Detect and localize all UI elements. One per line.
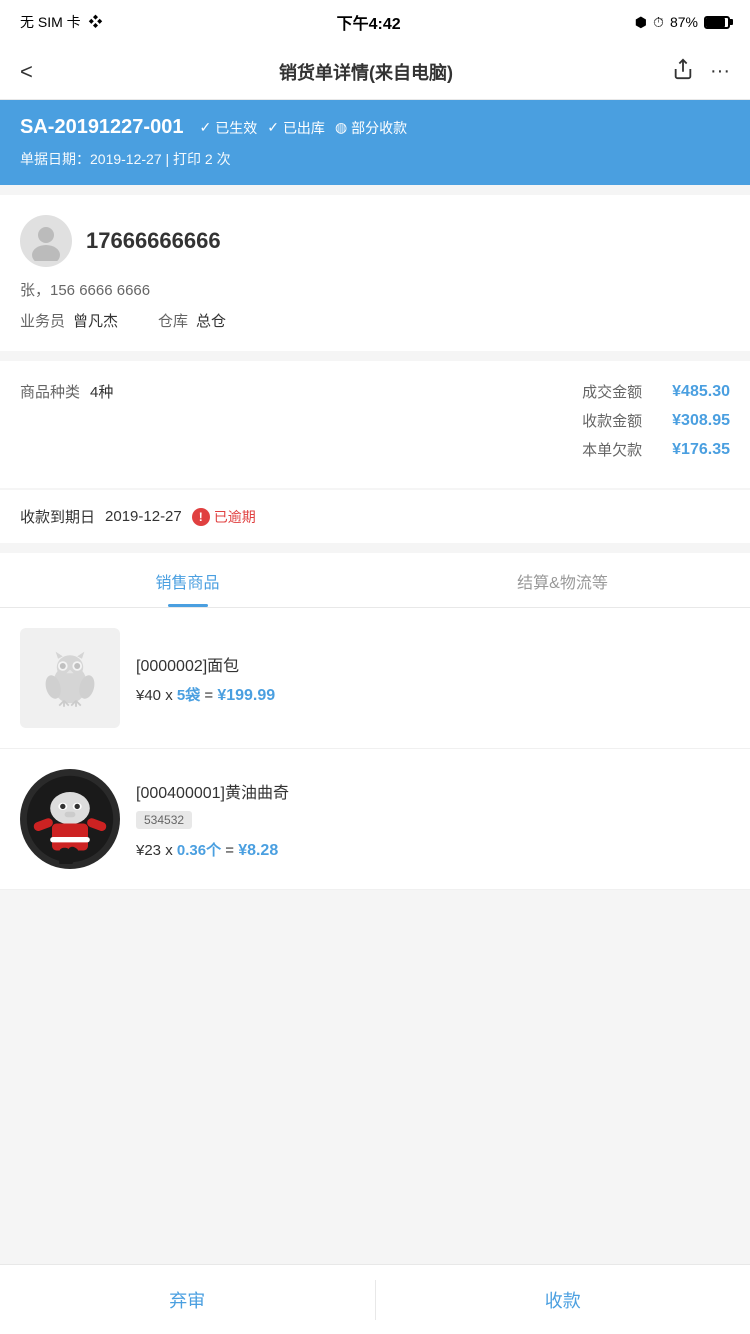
collection-label: 收款金额 (582, 410, 642, 431)
overdue-text: 已逾期 (214, 507, 256, 527)
status-activated-label: 已生效 (215, 118, 257, 138)
warehouse-value: 总仓 (196, 310, 226, 331)
tab-settlement[interactable]: 结算&物流等 (375, 553, 750, 607)
due-date-label: 收款到期日 (20, 506, 95, 527)
status-time: 下午4:42 (337, 10, 401, 34)
transaction-row: 成交金额 ¥485.30 (582, 381, 730, 402)
overdue-badge: ! 已逾期 (192, 507, 256, 527)
product-kinds-value: 4种 (90, 381, 113, 402)
confirm-button[interactable]: 收款 (376, 1265, 750, 1334)
status-tags: ✓ 已生效 ✓ 已出库 ◍ 部分收款 (199, 118, 407, 138)
status-battery: ⬢ ⏱ 87% (635, 14, 730, 31)
quantity-2: 0.36个 (177, 842, 221, 859)
battery-percent: 87% (670, 14, 698, 30)
status-partial-label: 部分收款 (351, 118, 407, 138)
total-1: ¥199.99 (217, 687, 275, 704)
tabs-header: 销售商品 结算&物流等 (0, 553, 750, 608)
nav-actions: ··· (672, 58, 730, 86)
status-shipped-label: 已出库 (283, 118, 325, 138)
check-icon-2: ✓ (267, 119, 279, 136)
quantity-1: 5袋 (177, 687, 200, 704)
price-base-1: ¥40 x (136, 687, 177, 704)
total-2: ¥8.28 (238, 842, 278, 859)
debt-row: 本单欠款 ¥176.35 (582, 439, 730, 460)
product-price-2: ¥23 x 0.36个 = ¥8.28 (136, 839, 730, 860)
product-name-1: [0000002]面包 (136, 652, 730, 676)
collection-amount: ¥308.95 (672, 412, 730, 430)
tab-sales-label: 销售商品 (155, 575, 219, 592)
customer-name-phone: 张，156 6666 6666 (20, 279, 730, 300)
status-shipped: ✓ 已出库 (267, 118, 325, 138)
product-price-1: ¥40 x 5袋 = ¥199.99 (136, 684, 730, 705)
salesperson-item: 业务员 曾凡杰 (20, 310, 118, 331)
order-id: SA-20191227-001 (20, 116, 183, 139)
salesperson-value: 曾凡杰 (73, 310, 118, 331)
due-date-section: 收款到期日 2019-12-27 ! 已逾期 (0, 490, 750, 543)
cancel-button[interactable]: 弃审 (0, 1265, 375, 1334)
equals-2: = (221, 842, 238, 859)
cancel-label: 弃审 (169, 1287, 205, 1313)
debt-amount: ¥176.35 (672, 441, 730, 459)
transaction-amount: ¥485.30 (672, 383, 730, 401)
page-title: 销货单详情(来自电脑) (60, 59, 672, 85)
tab-settlement-label: 结算&物流等 (517, 575, 608, 592)
warehouse-label: 仓库 (158, 310, 188, 331)
price-base-2: ¥23 x (136, 842, 177, 859)
warehouse-item: 仓库 总仓 (158, 310, 226, 331)
product-name-2: [000400001]黄油曲奇 (136, 779, 730, 803)
clock-icon: ◍ (335, 119, 347, 136)
product-item-1[interactable]: [0000002]面包 ¥40 x 5袋 = ¥199.99 (0, 608, 750, 749)
salesperson-label: 业务员 (20, 310, 65, 331)
more-button[interactable]: ··· (710, 60, 730, 83)
product-info-2: [000400001]黄油曲奇 534532 ¥23 x 0.36个 = ¥8.… (136, 779, 730, 860)
order-date: 单据日期：2019-12-27 | 打印 2 次 (20, 149, 730, 169)
avatar (20, 215, 72, 267)
equals-1: = (200, 687, 217, 704)
status-signal: 无 SIM 卡 ❖ (20, 12, 102, 32)
product-kinds-label: 商品种类 (20, 381, 80, 402)
customer-phone: 17666666666 (86, 228, 221, 254)
tabs-section: 销售商品 结算&物流等 (0, 553, 750, 890)
order-header: SA-20191227-001 ✓ 已生效 ✓ 已出库 ◍ 部分收款 单据日期：… (0, 100, 750, 185)
due-date-value: 2019-12-27 (105, 508, 182, 525)
transaction-label: 成交金额 (582, 381, 642, 402)
product-tag-2: 534532 (136, 811, 192, 829)
collection-row: 收款金额 ¥308.95 (582, 410, 730, 431)
status-partial-payment: ◍ 部分收款 (335, 118, 407, 138)
share-button[interactable] (672, 58, 694, 86)
summary-section: 商品种类 4种 成交金额 ¥485.30 收款金额 ¥308.95 本单欠款 ¥… (0, 361, 750, 488)
product-thumb-1 (20, 628, 120, 728)
back-button[interactable]: < (20, 59, 60, 85)
status-bar: 无 SIM 卡 ❖ 下午4:42 ⬢ ⏱ 87% (0, 0, 750, 44)
battery-fill (706, 18, 725, 27)
product-thumb-2 (20, 769, 120, 869)
product-item-2[interactable]: [000400001]黄油曲奇 534532 ¥23 x 0.36个 = ¥8.… (0, 749, 750, 890)
customer-section: 17666666666 张，156 6666 6666 业务员 曾凡杰 仓库 总… (0, 195, 750, 351)
tab-sales-products[interactable]: 销售商品 (0, 553, 375, 607)
alarm-icon: ⏱ (653, 14, 664, 31)
customer-meta: 业务员 曾凡杰 仓库 总仓 (20, 310, 730, 331)
location-icon: ⬢ (635, 14, 647, 31)
overdue-icon: ! (192, 508, 210, 526)
battery-icon (704, 16, 730, 29)
order-header-top: SA-20191227-001 ✓ 已生效 ✓ 已出库 ◍ 部分收款 (20, 116, 730, 139)
summary-right: 成交金额 ¥485.30 收款金额 ¥308.95 本单欠款 ¥176.35 (582, 381, 730, 468)
customer-top: 17666666666 (20, 215, 730, 267)
confirm-label: 收款 (545, 1287, 581, 1313)
product-info-1: [0000002]面包 ¥40 x 5袋 = ¥199.99 (136, 652, 730, 705)
product-kinds-row: 商品种类 4种 (20, 381, 113, 402)
status-activated: ✓ 已生效 (199, 118, 257, 138)
check-icon-1: ✓ (199, 119, 211, 136)
bottom-bar: 弃审 收款 (0, 1264, 750, 1334)
debt-label: 本单欠款 (582, 439, 642, 460)
nav-bar: < 销货单详情(来自电脑) ··· (0, 44, 750, 100)
summary-left: 商品种类 4种 (20, 381, 113, 408)
